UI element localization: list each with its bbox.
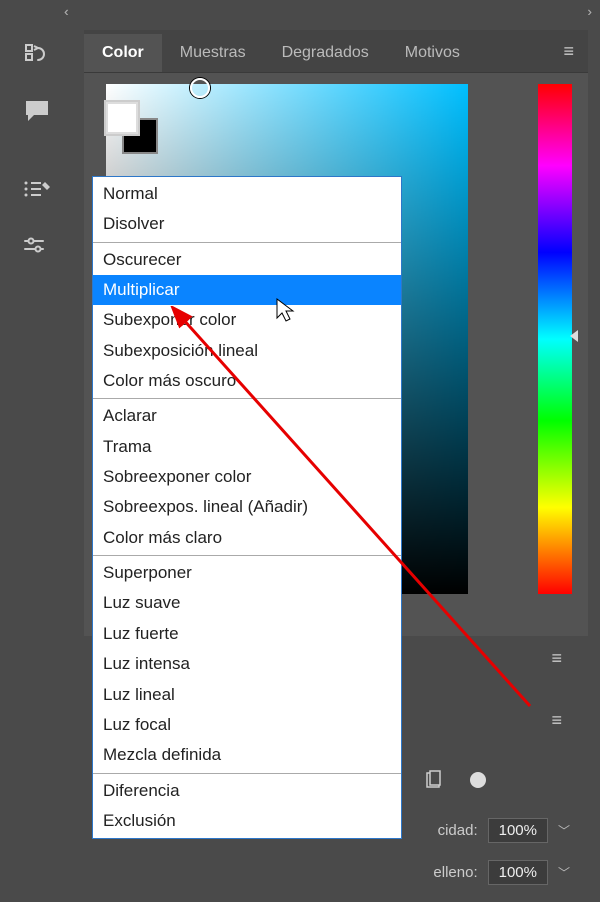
- collapse-left-icon[interactable]: ‹‹: [64, 4, 65, 19]
- blend-mode-dropdown[interactable]: NormalDisolverOscurecerMultiplicarSubexp…: [92, 176, 402, 839]
- blend-mode-option[interactable]: Color más claro: [93, 523, 401, 553]
- blend-mode-option[interactable]: Normal: [93, 179, 401, 209]
- blend-mode-option[interactable]: Multiplicar: [93, 275, 401, 305]
- panel-menu-3-icon[interactable]: ≡: [551, 710, 562, 731]
- panel-menu-icon[interactable]: ≡: [549, 31, 588, 72]
- blend-mode-option[interactable]: Trama: [93, 432, 401, 462]
- foreground-color-swatch[interactable]: [104, 100, 140, 136]
- blend-mode-option[interactable]: Diferencia: [93, 776, 401, 806]
- fill-label: elleno:: [433, 864, 477, 881]
- blend-mode-option[interactable]: Luz suave: [93, 588, 401, 618]
- blend-mode-option[interactable]: Superponer: [93, 558, 401, 588]
- blend-mode-option[interactable]: Subexponer color: [93, 305, 401, 335]
- blend-mode-option[interactable]: Sobreexponer color: [93, 462, 401, 492]
- layer-mask-icon[interactable]: [424, 770, 444, 796]
- blend-mode-option[interactable]: Oscurecer: [93, 245, 401, 275]
- color-sample-ring: [190, 78, 210, 98]
- hue-slider-caret[interactable]: [570, 330, 578, 342]
- blend-mode-option[interactable]: Disolver: [93, 209, 401, 239]
- brush-presets-icon[interactable]: [18, 170, 56, 208]
- opacity-dropdown-icon[interactable]: ﹀: [558, 822, 570, 839]
- collapse-right-icon[interactable]: ››: [587, 4, 588, 19]
- panel-menu-2-icon[interactable]: ≡: [551, 648, 562, 669]
- blend-mode-option[interactable]: Luz focal: [93, 710, 401, 740]
- blend-mode-option[interactable]: Mezcla definida: [93, 740, 401, 770]
- blend-mode-option[interactable]: Color más oscuro: [93, 366, 401, 396]
- blend-mode-option[interactable]: Subexposición lineal: [93, 336, 401, 366]
- tab-color[interactable]: Color: [84, 34, 162, 72]
- blend-mode-option[interactable]: Luz fuerte: [93, 619, 401, 649]
- blend-mode-option[interactable]: Exclusión: [93, 806, 401, 836]
- blend-mode-option[interactable]: Aclarar: [93, 401, 401, 431]
- arrange-tool-icon[interactable]: [18, 36, 56, 74]
- opacity-value[interactable]: 100%: [488, 818, 548, 843]
- tab-patterns[interactable]: Motivos: [387, 34, 478, 72]
- tab-gradients[interactable]: Degradados: [264, 34, 387, 72]
- tab-swatches[interactable]: Muestras: [162, 34, 264, 72]
- blend-mode-option[interactable]: Luz intensa: [93, 649, 401, 679]
- opacity-label: cidad:: [438, 822, 478, 839]
- hue-slider[interactable]: [538, 84, 572, 594]
- fill-value[interactable]: 100%: [488, 860, 548, 885]
- blend-mode-option[interactable]: Sobreexpos. lineal (Añadir): [93, 492, 401, 522]
- fill-dropdown-icon[interactable]: ﹀: [558, 864, 570, 881]
- blend-mode-option[interactable]: Luz lineal: [93, 680, 401, 710]
- layer-circle-icon[interactable]: [468, 770, 488, 796]
- comment-tool-icon[interactable]: [18, 92, 56, 130]
- brush-settings-icon[interactable]: [18, 226, 56, 264]
- fg-bg-swatches[interactable]: [104, 100, 158, 154]
